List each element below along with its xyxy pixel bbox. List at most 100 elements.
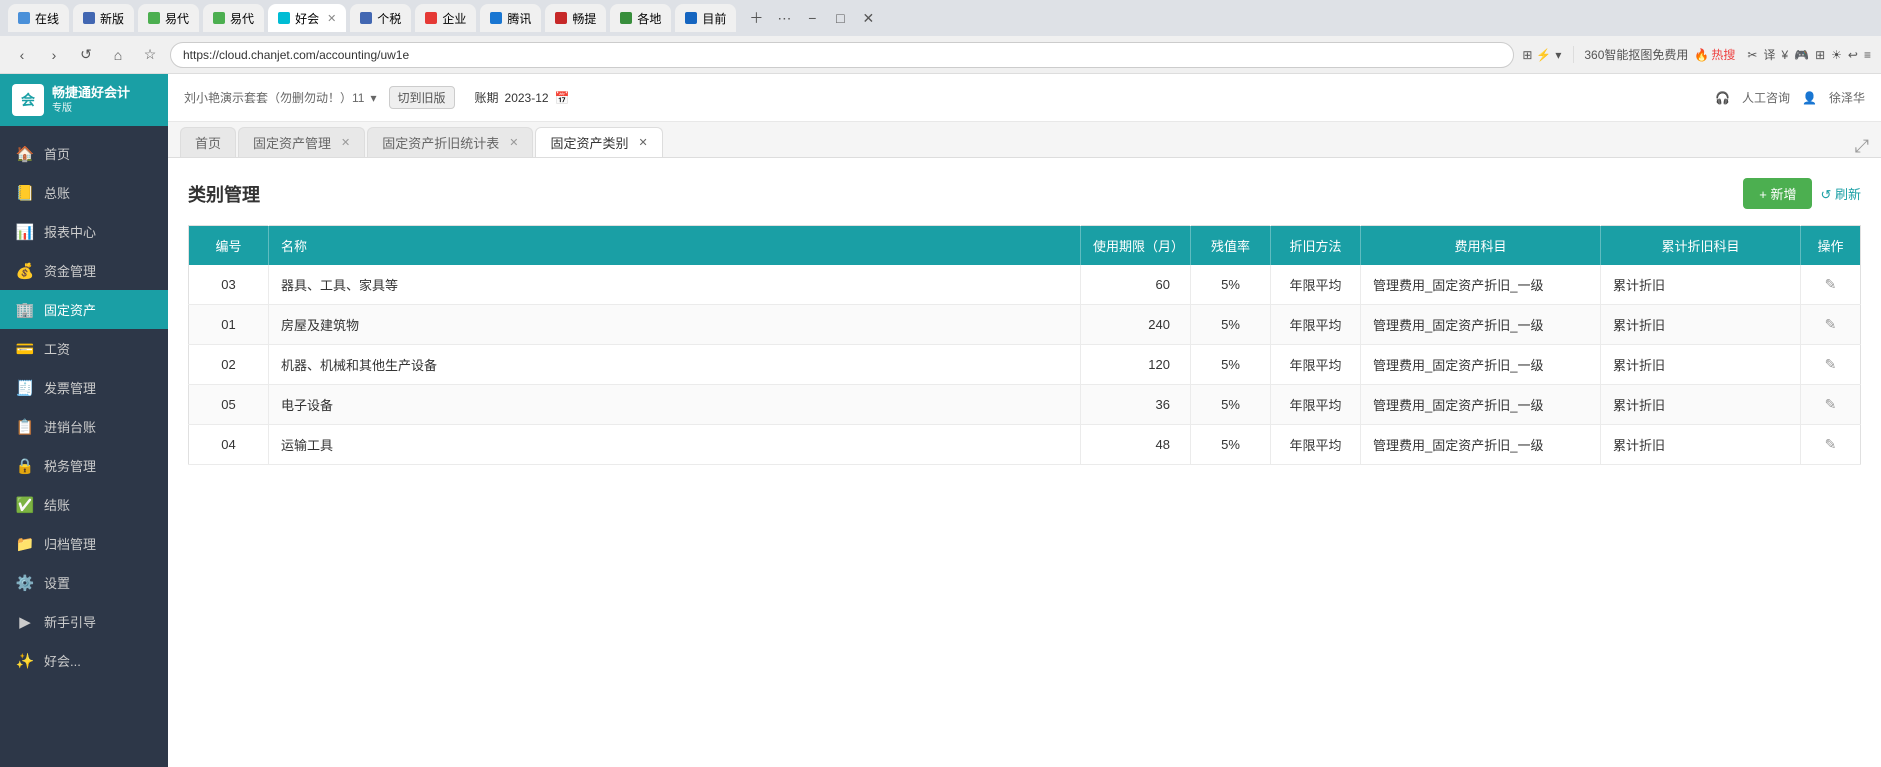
sidebar-item-settings[interactable]: ⚙️ 设置 <box>0 563 168 602</box>
add-button[interactable]: + 新增 <box>1743 178 1812 209</box>
help-label[interactable]: 人工咨询 <box>1742 89 1790 106</box>
tab-haohui[interactable]: 好会 ✕ <box>268 4 346 32</box>
search-label: 360智能抠图免费用 <box>1584 46 1688 63</box>
menu-icon[interactable]: ≡ <box>1864 48 1871 62</box>
close-tab-icon[interactable]: ✕ <box>341 136 350 149</box>
tab-changti[interactable]: 畅提 <box>545 4 606 32</box>
sidebar-item-guide[interactable]: ▶ 新手引导 <box>0 602 168 641</box>
cell-name: 电子设备 <box>269 385 1081 425</box>
sidebar-item-haohui[interactable]: ✨ 好会... <box>0 641 168 680</box>
cell-method: 年限平均 <box>1271 265 1361 305</box>
new-tab-button[interactable]: ＋ <box>744 6 768 30</box>
tab-label: 畅提 <box>572 10 596 27</box>
col-expense: 费用科目 <box>1361 226 1601 266</box>
edit-icon[interactable]: ✎ <box>1825 356 1837 372</box>
sidebar-item-archive[interactable]: 📁 归档管理 <box>0 524 168 563</box>
period-label: 账期 <box>475 89 499 106</box>
home-button[interactable]: ⌂ <box>106 43 130 67</box>
edit-icon[interactable]: ✎ <box>1825 316 1837 332</box>
expand-icon[interactable]: ⤢ <box>1855 136 1869 157</box>
sidebar-nav: 🏠 首页 📒 总账 📊 报表中心 💰 资金管理 🏢 固定资产 💳 工资 <box>0 126 168 767</box>
sidebar-item-capital[interactable]: 💰 资金管理 <box>0 251 168 290</box>
sidebar-item-payroll[interactable]: 💳 工资 <box>0 329 168 368</box>
scissors-icon[interactable]: ✂ <box>1747 48 1757 62</box>
grid-icon[interactable]: ⊞ <box>1815 48 1825 62</box>
sidebar-item-label: 税务管理 <box>44 456 96 475</box>
tab-depreciation-table[interactable]: 固定资产折旧统计表 ✕ <box>367 127 533 157</box>
forward-button[interactable]: › <box>42 43 66 67</box>
sidebar-item-general-ledger[interactable]: 📒 总账 <box>0 173 168 212</box>
capital-icon: 💰 <box>16 262 34 280</box>
switch-version-button[interactable]: 切到旧版 <box>389 86 455 109</box>
address-input[interactable] <box>170 42 1514 68</box>
tab-label: 固定资产类别 <box>550 133 628 152</box>
sidebar-item-invoice[interactable]: 🧾 发票管理 <box>0 368 168 407</box>
ledger-icon: 📒 <box>16 184 34 202</box>
tab-fixed-assets-mgmt[interactable]: 固定资产管理 ✕ <box>238 127 365 157</box>
tab-asset-category[interactable]: 固定资产类别 ✕ <box>535 127 662 157</box>
sidebar-item-closing[interactable]: ✅ 结账 <box>0 485 168 524</box>
cell-residual: 5% <box>1191 425 1271 465</box>
undo-icon[interactable]: ↩ <box>1848 48 1858 62</box>
cell-name: 房屋及建筑物 <box>269 305 1081 345</box>
tab-home[interactable]: 首页 <box>180 127 236 157</box>
cell-action: ✎ <box>1801 265 1861 305</box>
close-window-button[interactable]: ✕ <box>856 6 880 30</box>
bookmark-button[interactable]: ☆ <box>138 43 162 67</box>
sidebar-logo: 畅捷通好会计 专版 <box>52 85 130 115</box>
tax-icon: 🔒 <box>16 457 34 475</box>
refresh-browser-button[interactable]: ↺ <box>74 43 98 67</box>
coin-icon[interactable]: ¥ <box>1781 48 1788 62</box>
edit-icon[interactable]: ✎ <box>1825 396 1837 412</box>
tab-options-button[interactable]: ⋯ <box>772 6 796 30</box>
calendar-icon[interactable]: 📅 <box>555 91 570 105</box>
sidebar-item-tax[interactable]: 🔒 税务管理 <box>0 446 168 485</box>
cell-period: 36 <box>1081 385 1191 425</box>
cell-accum: 累计折旧 <box>1601 425 1801 465</box>
tab-qiye[interactable]: 企业 <box>415 4 476 32</box>
sidebar-item-inventory[interactable]: 📋 进销台账 <box>0 407 168 446</box>
edit-icon[interactable]: ✎ <box>1825 276 1837 292</box>
table-row: 03 器具、工具、家具等 60 5% 年限平均 管理费用_固定资产折旧_一级 累… <box>189 265 1861 305</box>
translate-icon[interactable]: 译 <box>1763 46 1775 63</box>
lightning-icon: ⚡ <box>1536 48 1551 62</box>
tab-tengxun[interactable]: 腾讯 <box>480 4 541 32</box>
sidebar-item-fixed-assets[interactable]: 🏢 固定资产 <box>0 290 168 329</box>
closing-icon: ✅ <box>16 496 34 514</box>
cell-accum: 累计折旧 <box>1601 385 1801 425</box>
refresh-button[interactable]: ↺ 刷新 <box>1820 178 1861 209</box>
tab-yidai1[interactable]: 易代 <box>138 4 199 32</box>
tab-label: 易代 <box>230 10 254 27</box>
tab-label: 个税 <box>377 10 401 27</box>
table-body: 03 器具、工具、家具等 60 5% 年限平均 管理费用_固定资产折旧_一级 累… <box>189 265 1861 465</box>
sidebar-item-home[interactable]: 🏠 首页 <box>0 134 168 173</box>
close-tab-icon[interactable]: ✕ <box>509 136 518 149</box>
table-header: 编号 名称 使用期限（月） 残值率 折旧方法 费用科目 累计折旧科目 操作 <box>189 226 1861 266</box>
game-icon[interactable]: 🎮 <box>1794 48 1809 62</box>
sidebar-item-label: 资金管理 <box>44 261 96 280</box>
close-icon[interactable]: ✕ <box>327 12 336 25</box>
cell-period: 240 <box>1081 305 1191 345</box>
home-icon: 🏠 <box>16 145 34 163</box>
tab-gesui[interactable]: 个税 <box>350 4 411 32</box>
tab-muqian[interactable]: 目前 <box>675 4 736 32</box>
back-button[interactable]: ‹ <box>10 43 34 67</box>
cell-method: 年限平均 <box>1271 425 1361 465</box>
tab-yidai2[interactable]: 易代 <box>203 4 264 32</box>
edit-icon[interactable]: ✎ <box>1825 436 1837 452</box>
maximize-button[interactable]: □ <box>828 6 852 30</box>
minimize-button[interactable]: − <box>800 6 824 30</box>
tab-gedi[interactable]: 各地 <box>610 4 671 32</box>
cell-action: ✎ <box>1801 345 1861 385</box>
cell-id: 02 <box>189 345 269 385</box>
tab-zaixin[interactable]: 在线 <box>8 4 69 32</box>
sidebar-item-label: 归档管理 <box>44 534 96 553</box>
sidebar-item-reports[interactable]: 📊 报表中心 <box>0 212 168 251</box>
hot-search-label: 🔥 热搜 <box>1694 46 1735 63</box>
tab-label: 固定资产管理 <box>253 133 331 152</box>
dropdown-icon[interactable]: ▾ <box>370 91 376 105</box>
close-tab-icon[interactable]: ✕ <box>639 136 648 149</box>
brightness-icon[interactable]: ☀ <box>1831 48 1842 62</box>
tab-xinban[interactable]: 新版 <box>73 4 134 32</box>
page-tabs-bar: 首页 固定资产管理 ✕ 固定资产折旧统计表 ✕ 固定资产类别 ✕ ⤢ <box>168 122 1881 158</box>
